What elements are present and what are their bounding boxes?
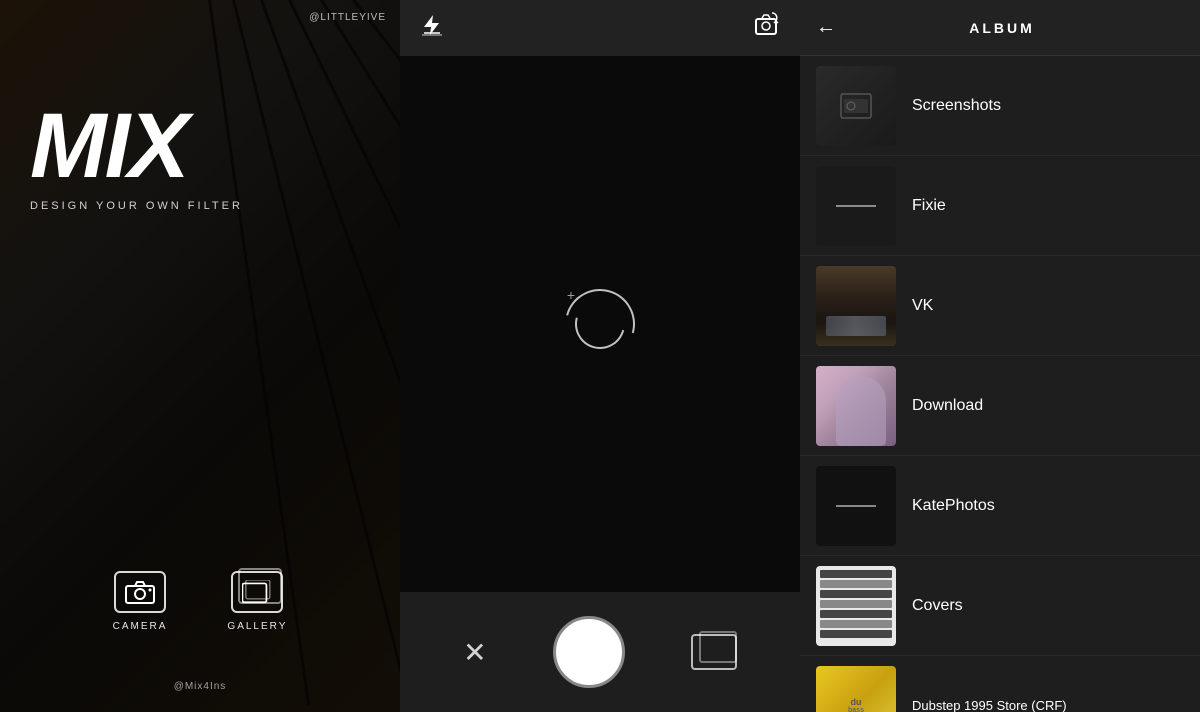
album-item-katephotos[interactable]: KatePhotos — [800, 456, 1200, 556]
flip-camera-icon[interactable] — [752, 11, 780, 45]
mix-splash-panel: @LITTLEYIVE MIX DESIGN YOUR OWN FILTER C… — [0, 0, 400, 712]
mix-logo: MIX — [30, 100, 243, 192]
album-thumb-screenshots — [816, 66, 896, 146]
back-button[interactable]: ← — [816, 16, 836, 39]
vk-thumb-gradient — [816, 266, 896, 346]
album-name-covers: Covers — [912, 597, 1184, 615]
camera-icon-wrap — [114, 571, 166, 613]
album-panel: ← ALBUM Screenshots Fixie — [800, 0, 1200, 712]
album-thumb-fixie — [816, 166, 896, 246]
camera-icon — [125, 580, 155, 604]
dubstep-thumb-content: du bass — [816, 666, 896, 712]
album-name-screenshots: Screenshots — [912, 97, 1184, 115]
download-thumb-person — [836, 376, 886, 446]
cover-row-4 — [820, 600, 892, 608]
album-item-fixie[interactable]: Fixie — [800, 156, 1200, 256]
cover-row-6 — [820, 620, 892, 628]
album-header: ← ALBUM — [800, 0, 1200, 56]
album-thumb-download — [816, 366, 896, 446]
katephotos-thumb-line — [836, 505, 876, 507]
album-item-screenshots[interactable]: Screenshots — [800, 56, 1200, 156]
album-title: ALBUM — [856, 20, 1148, 36]
cover-row-2 — [820, 580, 892, 588]
mix-title-block: MIX DESIGN YOUR OWN FILTER — [30, 100, 243, 212]
covers-thumb-content — [816, 566, 896, 646]
album-list: Screenshots Fixie VK Download — [800, 56, 1200, 712]
camera-button[interactable]: CAMERA — [113, 571, 168, 632]
gallery-preview-button[interactable] — [691, 634, 737, 670]
album-thumb-dubstep: du bass — [816, 666, 896, 712]
gallery-button[interactable]: GALLERY — [227, 571, 287, 632]
cover-row-3 — [820, 590, 892, 598]
album-thumb-covers — [816, 566, 896, 646]
album-name-katephotos: KatePhotos — [912, 497, 1184, 515]
album-name-vk: VK — [912, 297, 1184, 315]
album-thumb-katephotos — [816, 466, 896, 546]
album-item-covers[interactable]: Covers — [800, 556, 1200, 656]
gallery-icon — [242, 580, 272, 604]
cover-row-5 — [820, 610, 892, 618]
album-name-download: Download — [912, 397, 1184, 415]
action-buttons: CAMERA GALLERY — [0, 571, 400, 632]
username-top: @LITTLEYIVE — [309, 12, 386, 23]
album-item-download[interactable]: Download — [800, 356, 1200, 456]
flash-icon[interactable] — [420, 13, 444, 43]
camera-topbar — [400, 0, 800, 56]
camera-viewfinder — [400, 56, 800, 592]
cover-row-1 — [820, 570, 892, 578]
camera-panel: ✕ — [400, 0, 800, 712]
camera-bottombar: ✕ — [400, 592, 800, 712]
mix-tagline: DESIGN YOUR OWN FILTER — [30, 200, 243, 212]
crosshair — [565, 289, 577, 301]
download-thumb-content — [816, 366, 896, 446]
album-thumb-vk — [816, 266, 896, 346]
close-camera-button[interactable]: ✕ — [463, 636, 486, 669]
fixie-thumb-line — [836, 205, 876, 207]
album-item-dubstep[interactable]: du bass Dubstep 1995 Store (CRF) — [800, 656, 1200, 712]
album-name-dubstep: Dubstep 1995 Store (CRF) — [912, 698, 1184, 712]
album-name-fixie: Fixie — [912, 197, 1184, 215]
screenshots-thumb-icon — [836, 91, 876, 121]
shutter-button[interactable] — [553, 616, 625, 688]
gallery-icon-wrap — [231, 571, 283, 613]
gallery-label: GALLERY — [227, 621, 287, 632]
album-item-vk[interactable]: VK — [800, 256, 1200, 356]
cover-row-7 — [820, 630, 892, 638]
camera-label: CAMERA — [113, 621, 168, 632]
username-bottom: @Mix4Ins — [0, 681, 400, 692]
focus-spinner — [565, 289, 635, 359]
